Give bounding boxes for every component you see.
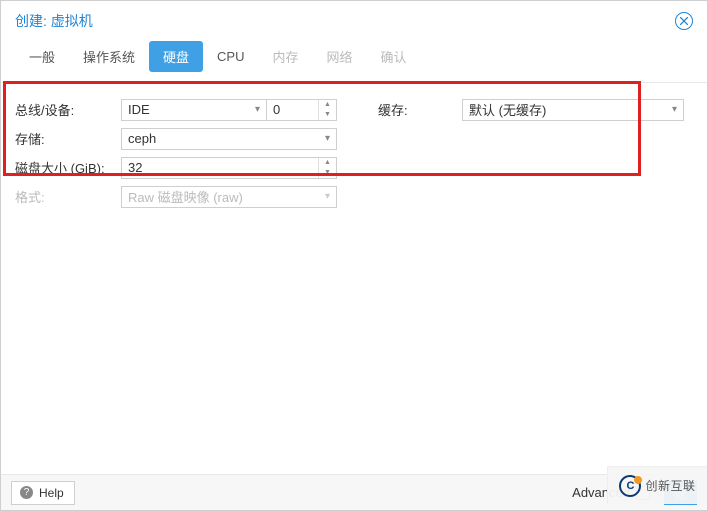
format-label: 格式: (15, 187, 121, 206)
spinner-buttons: ▲ ▼ (318, 158, 336, 178)
chevron-down-icon: ▾ (672, 104, 677, 115)
tab-disk[interactable]: 硬盘 (149, 41, 203, 72)
bus-device-field: IDE ▾ 0 ▲ ▼ (121, 99, 337, 121)
bus-device-index-value: 0 (273, 102, 318, 117)
storage-combo[interactable]: ceph ▾ (121, 128, 337, 150)
tab-general[interactable]: 一般 (15, 41, 69, 72)
titlebar: 创建: 虚拟机 (1, 1, 707, 41)
chevron-down-icon: ▾ (255, 104, 260, 115)
col-disk-size: 磁盘大小 (GiB): 32 ▲ ▼ (15, 157, 358, 179)
disk-size-label: 磁盘大小 (GiB): (15, 158, 121, 177)
help-button[interactable]: ? Help (11, 481, 75, 505)
cache-value: 默认 (无缓存) (469, 100, 672, 119)
bus-device-index-spinner[interactable]: 0 ▲ ▼ (267, 99, 337, 121)
disk-size-value: 32 (128, 160, 318, 175)
window-title: 创建: 虚拟机 (15, 11, 93, 31)
col-storage: 存储: ceph ▾ (15, 128, 358, 150)
chevron-down-icon: ▾ (325, 133, 330, 144)
tab-network: 网络 (313, 41, 367, 72)
bus-device-combo[interactable]: IDE ▾ (121, 99, 267, 121)
row-bus-cache: 总线/设备: IDE ▾ 0 ▲ ▼ 缓存: (15, 95, 693, 124)
row-storage: 存储: ceph ▾ (15, 124, 693, 153)
spinner-buttons: ▲ ▼ (318, 100, 336, 120)
row-disk-size: 磁盘大小 (GiB): 32 ▲ ▼ (15, 153, 693, 182)
spinner-down-icon[interactable]: ▼ (319, 168, 336, 178)
form-area: 总线/设备: IDE ▾ 0 ▲ ▼ 缓存: (1, 83, 707, 223)
cache-combo[interactable]: 默认 (无缓存) ▾ (462, 99, 684, 121)
close-button[interactable] (675, 12, 693, 30)
disk-size-spinner[interactable]: 32 ▲ ▼ (121, 157, 337, 179)
col-bus-device: 总线/设备: IDE ▾ 0 ▲ ▼ (15, 99, 358, 121)
bus-device-label: 总线/设备: (15, 100, 121, 119)
format-combo: Raw 磁盘映像 (raw) ▾ (121, 186, 337, 208)
spinner-up-icon[interactable]: ▲ (319, 158, 336, 168)
storage-value: ceph (128, 131, 325, 146)
watermark-logo-icon: C (619, 475, 641, 497)
spinner-down-icon[interactable]: ▼ (319, 110, 336, 120)
tab-cpu[interactable]: CPU (203, 43, 258, 70)
watermark-overlay: C 创新互联 (607, 466, 707, 504)
tab-bar: 一般 操作系统 硬盘 CPU 内存 网络 确认 (1, 41, 707, 83)
storage-label: 存储: (15, 129, 121, 148)
help-icon: ? (20, 486, 33, 499)
close-icon (680, 17, 688, 25)
format-value: Raw 磁盘映像 (raw) (128, 187, 325, 206)
row-format: 格式: Raw 磁盘映像 (raw) ▾ (15, 182, 693, 211)
bus-device-value: IDE (128, 102, 255, 117)
tab-confirm: 确认 (367, 41, 421, 72)
help-label: Help (39, 486, 64, 500)
spinner-up-icon[interactable]: ▲ (319, 100, 336, 110)
col-format: 格式: Raw 磁盘映像 (raw) ▾ (15, 186, 358, 208)
tab-memory: 内存 (259, 41, 313, 72)
chevron-down-icon: ▾ (325, 191, 330, 202)
watermark-text: 创新互联 (645, 477, 695, 494)
col-cache: 缓存: 默认 (无缓存) ▾ (358, 99, 693, 121)
cache-label: 缓存: (378, 100, 462, 119)
tab-os[interactable]: 操作系统 (69, 41, 149, 72)
footer-bar: ? Help Advanced 返 (1, 474, 707, 510)
create-vm-dialog: 创建: 虚拟机 一般 操作系统 硬盘 CPU 内存 网络 确认 总线/设备: I… (0, 0, 708, 511)
